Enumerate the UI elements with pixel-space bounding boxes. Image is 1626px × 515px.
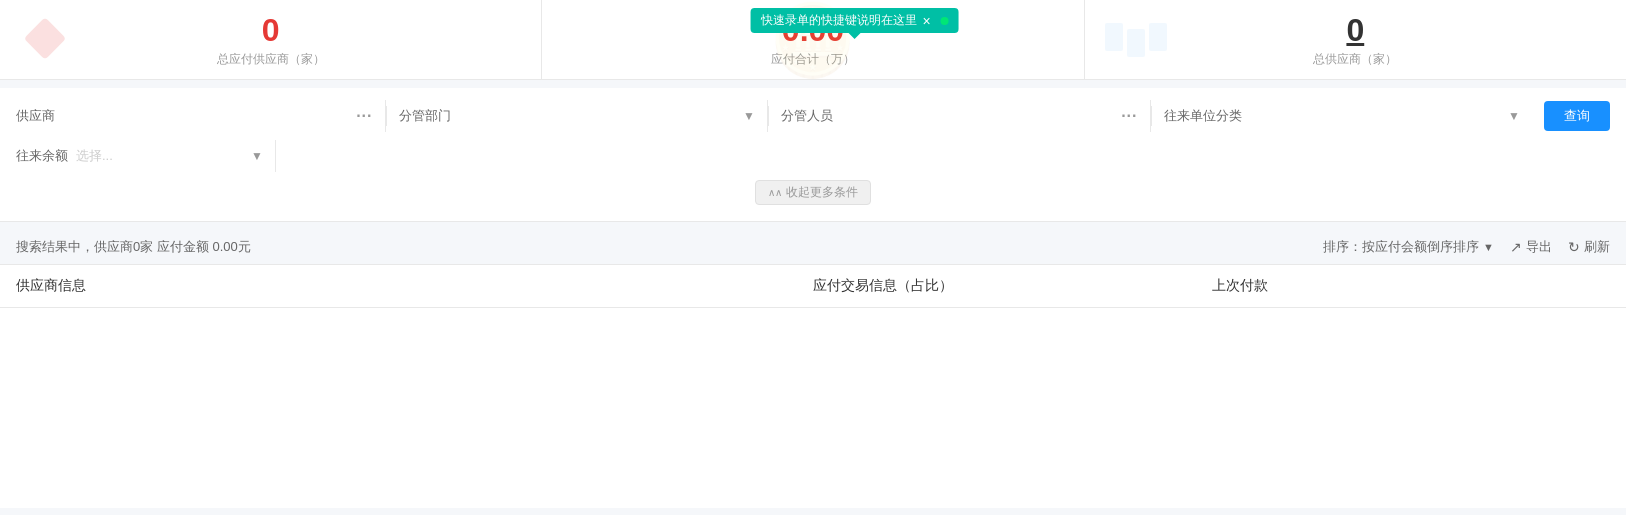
tooltip-close-icon[interactable]: × (923, 14, 931, 28)
tooltip-dot (941, 17, 949, 25)
query-button[interactable]: 查询 (1544, 101, 1610, 131)
person-filter: 分管人员 ··· (769, 100, 1151, 132)
refresh-button[interactable]: ↻ 刷新 (1568, 238, 1610, 256)
total-suppliers-label: 总供应商（家） (1313, 51, 1397, 68)
department-label: 分管部门 (399, 107, 451, 125)
unit-category-select[interactable]: ▼ (1250, 109, 1521, 123)
supplier-input[interactable] (63, 109, 356, 124)
person-dots-button[interactable]: ··· (1121, 107, 1137, 125)
collapse-label: 收起更多条件 (786, 184, 858, 201)
balance-select-text: 选择... (76, 147, 247, 165)
stat-payable-total: 🪙 快速录单的快捷键说明在这里 × 0.00 应付合计（万） (542, 0, 1084, 79)
balance-dropdown-icon: ▼ (251, 149, 263, 163)
collapse-button[interactable]: ∧∧ 收起更多条件 (755, 180, 871, 205)
stat-payable-suppliers: 0 总应付供应商（家） (0, 0, 542, 79)
person-label: 分管人员 (781, 107, 833, 125)
refresh-label: 刷新 (1584, 238, 1610, 256)
balance-select[interactable]: 选择... ▼ (76, 147, 263, 165)
sort-dropdown-icon: ▼ (1483, 241, 1494, 253)
department-filter: 分管部门 ▼ (387, 100, 769, 132)
supplier-dots-button[interactable]: ··· (356, 107, 372, 125)
diamond-icon-area (20, 13, 70, 66)
filter-row-2: 往来余额 选择... ▼ (16, 140, 1610, 176)
table-body (0, 308, 1626, 508)
sort-label: 排序：按应付会额倒序排序 (1323, 238, 1479, 256)
supplier-filter: 供应商 ··· (16, 100, 386, 132)
payable-suppliers-number: 0 (262, 11, 280, 49)
collapse-up-icon: ∧∧ (768, 187, 782, 198)
filter-section: 供应商 ··· 分管部门 ▼ 分管人员 ··· 往来单位分类 ▼ (0, 88, 1626, 222)
table-col-transaction-info: 应付交易信息（占比） (813, 277, 1212, 295)
export-label: 导出 (1526, 238, 1552, 256)
export-button[interactable]: ↗ 导出 (1510, 238, 1552, 256)
table-col-last-payment: 上次付款 (1212, 277, 1611, 295)
stat-total-suppliers: 0 总供应商（家） (1085, 0, 1626, 79)
results-info: 搜索结果中，供应商0家 应付金额 0.00元 (16, 238, 251, 256)
results-actions: 排序：按应付会额倒序排序 ▼ ↗ 导出 ↻ 刷新 (1323, 238, 1610, 256)
payable-suppliers-label: 总应付供应商（家） (217, 51, 325, 68)
diamond-icon (20, 13, 70, 63)
tooltip-text: 快速录单的快捷键说明在这里 (761, 12, 917, 29)
person-input[interactable] (841, 109, 1121, 124)
shortcut-tooltip: 快速录单的快捷键说明在这里 × (751, 8, 959, 33)
sort-selector[interactable]: 排序：按应付会额倒序排序 ▼ (1323, 238, 1494, 256)
collapse-row: ∧∧ 收起更多条件 (16, 176, 1610, 213)
balance-filter: 往来余额 选择... ▼ (16, 140, 276, 172)
department-select[interactable]: ▼ (459, 109, 756, 123)
department-dropdown-icon: ▼ (743, 109, 755, 123)
export-icon: ↗ (1510, 239, 1522, 255)
balance-label: 往来余额 (16, 147, 68, 165)
table-col-supplier-info: 供应商信息 (16, 277, 813, 295)
unit-category-filter: 往来单位分类 ▼ (1152, 100, 1533, 132)
stat-placeholder-image (1105, 23, 1167, 57)
table-header: 供应商信息 应付交易信息（占比） 上次付款 (0, 265, 1626, 308)
stats-bar: 0 总应付供应商（家） 🪙 快速录单的快捷键说明在这里 × 0.00 应付合计（… (0, 0, 1626, 80)
refresh-icon: ↻ (1568, 239, 1580, 255)
unit-category-label: 往来单位分类 (1164, 107, 1242, 125)
unit-category-dropdown-icon: ▼ (1508, 109, 1520, 123)
results-bar: 搜索结果中，供应商0家 应付金额 0.00元 排序：按应付会额倒序排序 ▼ ↗ … (0, 230, 1626, 265)
filter-row-1: 供应商 ··· 分管部门 ▼ 分管人员 ··· 往来单位分类 ▼ (16, 100, 1610, 132)
supplier-label: 供应商 (16, 107, 55, 125)
payable-total-label: 应付合计（万） (771, 51, 855, 68)
total-suppliers-number: 0 (1346, 11, 1364, 49)
